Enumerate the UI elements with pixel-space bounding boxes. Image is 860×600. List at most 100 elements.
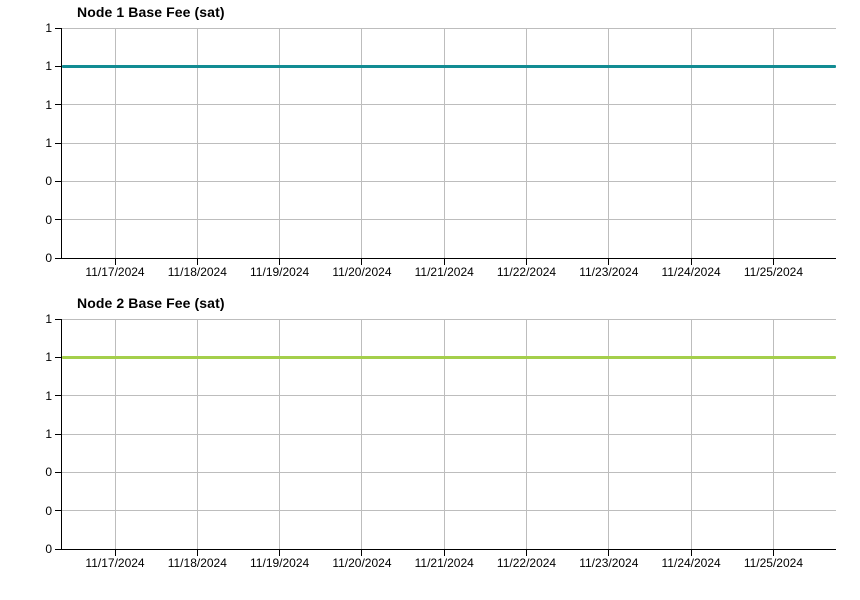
y-axis-tick-label: 0: [45, 251, 52, 265]
y-axis-tick: [55, 356, 62, 358]
y-axis-tick: [55, 142, 62, 144]
gridline-vertical: [361, 319, 363, 549]
gridline-vertical: [772, 28, 774, 258]
x-axis-tick: [443, 258, 445, 265]
gridline-vertical: [196, 319, 198, 549]
x-axis-tick: [526, 258, 528, 265]
gridline-vertical: [279, 319, 281, 549]
node-1-base-fee-chart: Node 1 Base Fee (sat) 1 1 1 1 0 0 0 11/17/2024 1…: [0, 0, 860, 290]
x-axis-tick: [196, 549, 198, 556]
x-axis-tick-label: 11/21/2024: [414, 556, 474, 570]
x-axis-tick-label: 11/18/2024: [167, 265, 227, 279]
chart-title-node-2: Node 2 Base Fee (sat): [77, 295, 225, 311]
gridline-vertical: [443, 319, 445, 549]
gridline-horizontal: [62, 180, 836, 182]
gridline-horizontal: [62, 471, 836, 473]
gridline-vertical: [690, 319, 692, 549]
charts-page: Node 1 Base Fee (sat) 1 1 1 1 0 0 0 11/17/2024 1…: [0, 0, 860, 600]
y-axis-tick-label: 1: [45, 350, 52, 365]
node-2-base-fee-chart: Node 2 Base Fee (sat) 1 1 1 1 0 0 0 11/17/2024 1…: [0, 291, 860, 581]
x-axis-tick-label: 11/21/2024: [414, 265, 474, 279]
series-line-node-2: [62, 355, 836, 359]
y-axis-tick: [55, 548, 62, 550]
y-axis-tick: [55, 65, 62, 67]
x-axis-tick-label: 11/23/2024: [579, 556, 639, 570]
x-axis-tick: [608, 549, 610, 556]
gridline-horizontal: [62, 27, 836, 29]
x-axis-tick: [114, 549, 116, 556]
x-axis-tick: [772, 549, 774, 556]
x-axis-tick-label: 11/24/2024: [661, 265, 721, 279]
gridline-vertical: [772, 319, 774, 549]
gridline-vertical: [279, 28, 281, 258]
gridline-vertical: [196, 28, 198, 258]
x-axis-tick: [690, 549, 692, 556]
x-axis-tick-label: 11/20/2024: [332, 265, 392, 279]
gridline-vertical: [114, 28, 116, 258]
y-axis-tick-label: 0: [45, 503, 52, 518]
y-axis-tick-label: 1: [45, 59, 52, 74]
gridline-vertical: [608, 319, 610, 549]
y-axis-tick-label: 0: [45, 542, 52, 556]
x-axis-tick-label: 11/25/2024: [743, 265, 803, 279]
x-axis-tick: [279, 549, 281, 556]
gridline-vertical: [608, 28, 610, 258]
y-axis-tick-label: 0: [45, 212, 52, 227]
plot-area-node-1: 1 1 1 1 0 0 0 11/17/2024 11/18/2024 11/19/2024 11/…: [45, 22, 836, 279]
x-axis-tick-label: 11/19/2024: [250, 556, 310, 570]
gridline-vertical: [443, 28, 445, 258]
gridline-horizontal: [62, 104, 836, 106]
chart-title-node-1: Node 1 Base Fee (sat): [77, 4, 225, 20]
x-axis-tick-label: 11/20/2024: [332, 556, 392, 570]
gridline-horizontal: [62, 510, 836, 512]
y-axis-tick-label: 0: [45, 465, 52, 480]
gridline-horizontal: [62, 395, 836, 397]
x-axis-tick-label: 11/22/2024: [496, 556, 557, 570]
y-axis-tick: [55, 104, 62, 106]
gridline-vertical: [526, 319, 528, 549]
gridline-horizontal: [62, 318, 836, 320]
y-axis-tick-label: 1: [45, 97, 52, 112]
gridline-vertical: [526, 28, 528, 258]
y-axis-tick-label: 0: [45, 174, 52, 189]
y-axis-tick: [55, 27, 62, 29]
y-axis-tick: [55, 395, 62, 397]
gridline-horizontal: [62, 433, 836, 435]
x-axis-tick: [443, 549, 445, 556]
x-axis-tick: [772, 258, 774, 265]
x-axis-tick-label: 11/19/2024: [250, 265, 310, 279]
y-axis-tick-label: 1: [45, 21, 52, 35]
gridline-vertical: [690, 28, 692, 258]
x-axis-tick: [279, 258, 281, 265]
y-axis-tick: [55, 219, 62, 221]
y-axis-tick: [55, 471, 62, 473]
x-axis-tick-label: 11/18/2024: [167, 556, 227, 570]
y-axis-tick: [55, 257, 62, 259]
gridline-horizontal: [62, 219, 836, 221]
x-axis-tick-label: 11/23/2024: [579, 265, 639, 279]
gridline-horizontal: [62, 142, 836, 144]
x-axis-tick: [526, 549, 528, 556]
y-axis-tick: [55, 180, 62, 182]
x-axis-tick-label: 11/17/2024: [85, 556, 145, 570]
x-axis-tick: [690, 258, 692, 265]
x-axis-tick-label: 11/17/2024: [85, 265, 145, 279]
y-axis-tick-label: 1: [45, 427, 52, 441]
x-axis-tick: [608, 258, 610, 265]
x-axis-tick-label: 11/22/2024: [496, 265, 557, 279]
plot-area-node-2: 1 1 1 1 0 0 0 11/17/2024 11/18/2024 11/19/2024 11/…: [45, 313, 836, 570]
series-line-node-1: [62, 64, 836, 68]
y-axis-tick: [55, 433, 62, 435]
x-axis-tick: [361, 258, 363, 265]
y-axis-tick: [55, 510, 62, 512]
x-axis-tick: [361, 549, 363, 556]
y-axis-tick-label: 1: [45, 312, 52, 326]
x-axis-tick-label: 11/25/2024: [743, 556, 803, 570]
y-axis-tick: [55, 318, 62, 320]
y-axis-tick-label: 1: [45, 136, 52, 150]
x-axis-tick-label: 11/24/2024: [661, 556, 721, 570]
x-axis-tick: [114, 258, 116, 265]
y-axis-tick-label: 1: [45, 388, 52, 403]
x-axis-tick: [196, 258, 198, 265]
gridline-vertical: [114, 319, 116, 549]
